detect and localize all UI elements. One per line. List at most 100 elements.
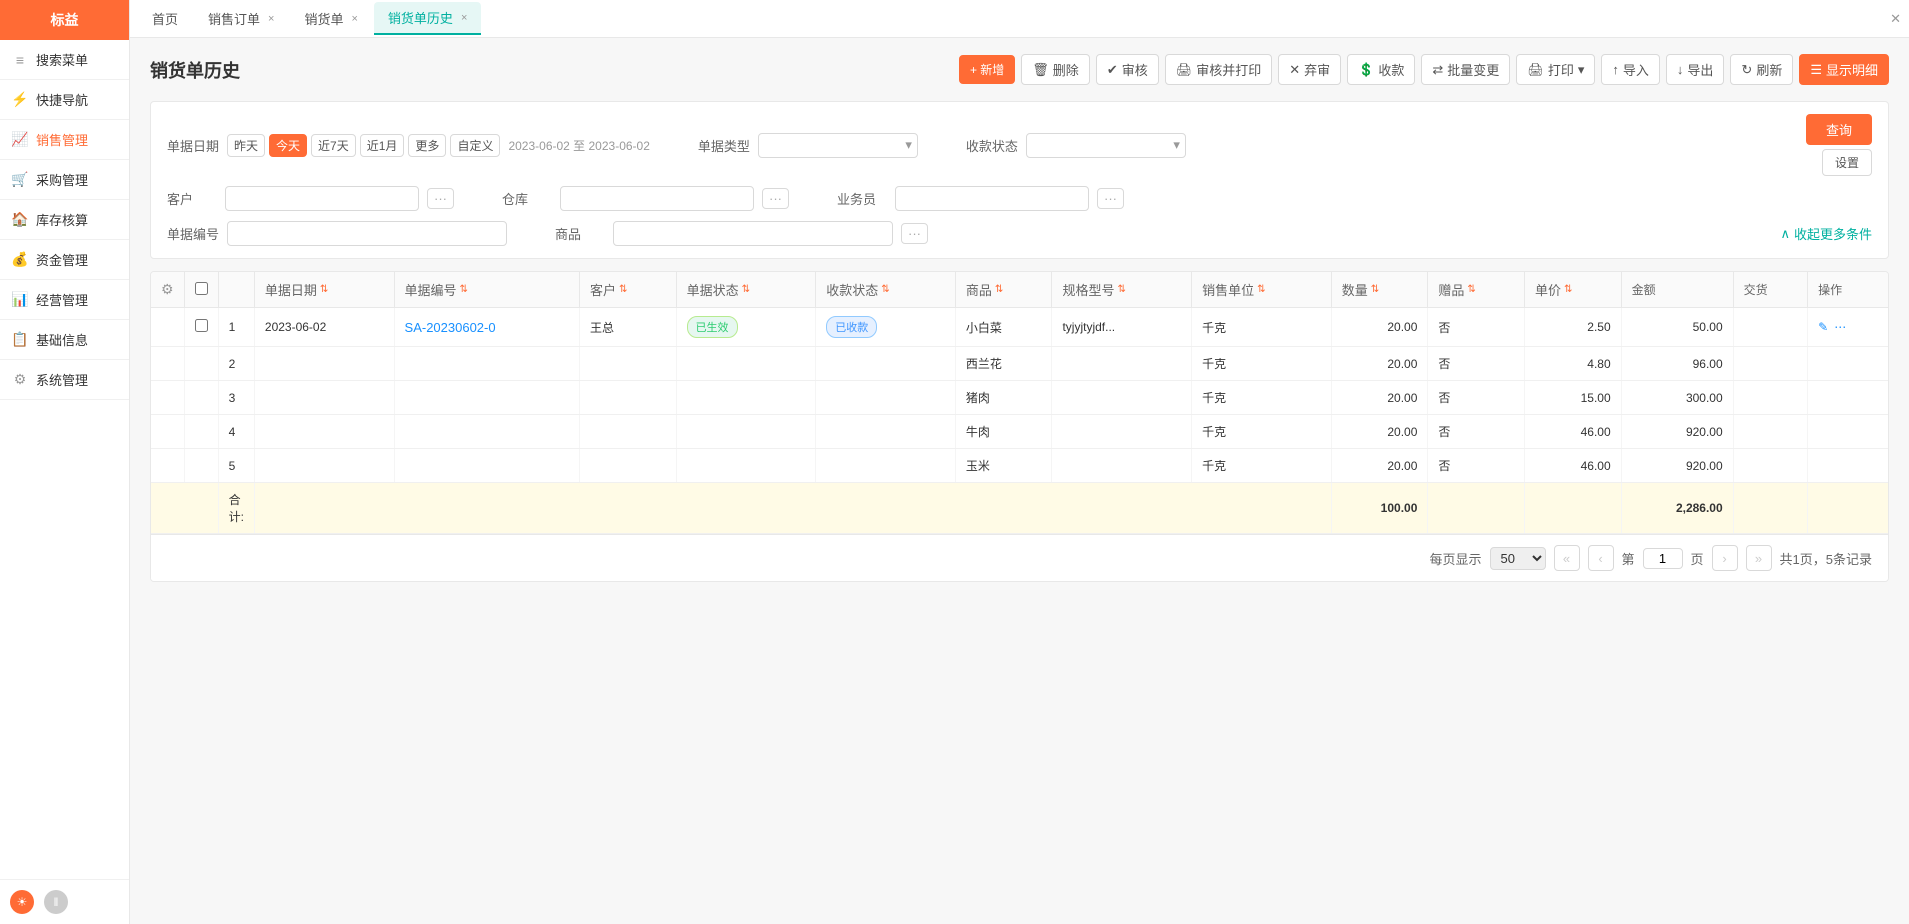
cell-doc-status: [676, 415, 816, 449]
settings-button[interactable]: 设置: [1822, 149, 1872, 176]
col-unit[interactable]: 销售单位 ⇅: [1192, 272, 1332, 308]
page-size-select[interactable]: 50 20 100: [1490, 547, 1546, 570]
tab-bar-close-all[interactable]: ✕: [1890, 11, 1901, 27]
sidebar-footer-btn2[interactable]: ‖: [44, 890, 68, 914]
show-detail-button[interactable]: ☰ 显示明细: [1799, 54, 1889, 85]
more-btn[interactable]: ⋯: [1834, 320, 1846, 334]
tab-close-sales-order[interactable]: ×: [268, 13, 274, 25]
type-select[interactable]: [758, 133, 918, 158]
col-unit-price[interactable]: 单价 ⇅: [1525, 272, 1622, 308]
sort-icon-qty: ⇅: [1371, 284, 1379, 295]
col-customer[interactable]: 客户 ⇅: [579, 272, 676, 308]
sort-icon-goods: ⇅: [995, 284, 1003, 295]
abandon-button[interactable]: ✕ 弃审: [1278, 54, 1341, 85]
col-spec[interactable]: 规格型号 ⇅: [1052, 272, 1192, 308]
batch-change-button[interactable]: ⇄ 批量变更: [1421, 54, 1510, 85]
page-size-label: 每页显示: [1429, 549, 1481, 568]
sidebar-item-finance[interactable]: 💰 资金管理: [0, 240, 129, 280]
date-btn-yesterday[interactable]: 昨天: [227, 134, 265, 157]
sidebar-item-label: 销售管理: [36, 130, 88, 149]
docno-input[interactable]: [227, 221, 507, 246]
summary-label-cell: 合计:: [218, 483, 254, 534]
collect-button[interactable]: 💲 收款: [1347, 54, 1415, 85]
new-button[interactable]: + 新增: [959, 55, 1015, 84]
cell-ops: ✎ ⋯: [1808, 308, 1888, 347]
page-title: 销货单历史: [150, 57, 240, 83]
date-btn-custom[interactable]: 自定义: [450, 134, 500, 157]
table-settings-icon[interactable]: ⚙: [161, 281, 174, 297]
col-payment-status[interactable]: 收款状态 ⇅: [816, 272, 956, 308]
collapse-button[interactable]: ∧ 收起更多条件: [1780, 224, 1872, 243]
list-icon: 📋: [12, 332, 28, 348]
page-next-btn[interactable]: ›: [1712, 545, 1738, 571]
col-goods[interactable]: 商品 ⇅: [955, 272, 1052, 308]
date-btn-more[interactable]: 更多: [408, 134, 446, 157]
page-prev-btn[interactable]: ‹: [1588, 545, 1614, 571]
refresh-button[interactable]: ↻ 刷新: [1730, 54, 1793, 85]
cell-amount: 50.00: [1621, 308, 1733, 347]
date-btn-1month[interactable]: 近1月: [360, 134, 405, 157]
page-first-btn[interactable]: «: [1554, 545, 1580, 571]
sidebar-footer-btn1[interactable]: ☀: [10, 890, 34, 914]
salesperson-ellipsis[interactable]: ···: [1097, 188, 1124, 209]
sidebar-item-ops[interactable]: 📊 经营管理: [0, 280, 129, 320]
cell-checkbox: [184, 381, 218, 415]
tab-sales-order[interactable]: 销售订单 ×: [194, 3, 288, 34]
tab-home[interactable]: 首页: [138, 3, 192, 34]
query-button[interactable]: 查询: [1806, 114, 1872, 145]
import-button[interactable]: ↑ 导入: [1601, 54, 1660, 85]
cell-qty: 20.00: [1331, 308, 1428, 347]
customer-ellipsis[interactable]: ···: [427, 188, 454, 209]
audit-button[interactable]: ✔ 审核: [1096, 54, 1159, 85]
goods-ellipsis[interactable]: ···: [901, 223, 928, 244]
cell-ops: [1808, 449, 1888, 483]
tab-close-sales-history[interactable]: ×: [461, 12, 467, 24]
tab-close-sales-delivery[interactable]: ×: [351, 13, 357, 25]
filter-customer: 客户 ···: [167, 186, 454, 211]
collect-icon: 💲: [1358, 62, 1374, 78]
col-gear: ⚙: [151, 272, 184, 308]
customer-input[interactable]: [225, 186, 419, 211]
col-qty[interactable]: 数量 ⇅: [1331, 272, 1428, 308]
delete-button[interactable]: 🗑 删除: [1021, 54, 1090, 85]
date-btn-today[interactable]: 今天: [269, 134, 307, 157]
salesperson-input[interactable]: [895, 186, 1089, 211]
sidebar-item-purchase-mgmt[interactable]: 🛒 采购管理: [0, 160, 129, 200]
payment-select[interactable]: [1026, 133, 1186, 158]
tab-sales-delivery[interactable]: 销货单 ×: [290, 3, 371, 34]
edit-btn[interactable]: ✎: [1818, 320, 1828, 334]
export-button[interactable]: ↓ 导出: [1666, 54, 1725, 85]
filter-type: 单据类型: [698, 133, 918, 158]
sidebar-item-search-menu[interactable]: ≡ 搜索菜单: [0, 40, 129, 80]
cell-goods: 猪肉: [955, 381, 1052, 415]
tab-sales-history[interactable]: 销货单历史 ×: [374, 2, 481, 35]
sidebar-item-label: 快捷导航: [36, 90, 88, 109]
col-doc-status[interactable]: 单据状态 ⇅: [676, 272, 816, 308]
col-ops: 操作: [1808, 272, 1888, 308]
page-header: 销货单历史 + 新增 🗑 删除 ✔ 审核 🖨 审核并打印 ✕ 弃审: [150, 54, 1889, 85]
sidebar-item-sales-mgmt[interactable]: 📈 销售管理: [0, 120, 129, 160]
warehouse-ellipsis[interactable]: ···: [762, 188, 789, 209]
row-checkbox[interactable]: [195, 319, 208, 332]
sidebar-item-quick-nav[interactable]: ⚡ 快捷导航: [0, 80, 129, 120]
table-row: 1 2023-06-02 SA-20230602-0 王总 已生效 已收款 小白…: [151, 308, 1888, 347]
page-number-input[interactable]: [1643, 548, 1683, 569]
warehouse-input[interactable]: [560, 186, 754, 211]
goods-input[interactable]: [613, 221, 893, 246]
payment-select-wrapper: [1026, 133, 1186, 158]
sidebar-item-system-mgmt[interactable]: ⚙ 系统管理: [0, 360, 129, 400]
date-btn-7days[interactable]: 近7天: [311, 134, 356, 157]
cell-gear: [151, 449, 184, 483]
select-all-checkbox[interactable]: [195, 282, 208, 295]
print-button[interactable]: 🖨 打印 ▾: [1516, 54, 1595, 85]
cell-doc-no: [394, 415, 579, 449]
doc-no-link[interactable]: SA-20230602-0: [405, 320, 496, 335]
table-row: 5 玉米 千克 20.00 否 46.00 920.00: [151, 449, 1888, 483]
audit-print-button[interactable]: 🖨 审核并打印: [1165, 54, 1273, 85]
col-doc-date[interactable]: 单据日期 ⇅: [254, 272, 394, 308]
sidebar-item-inventory[interactable]: 🏠 库存核算: [0, 200, 129, 240]
col-gift[interactable]: 赠品 ⇅: [1428, 272, 1525, 308]
sidebar-item-basic-info[interactable]: 📋 基础信息: [0, 320, 129, 360]
page-last-btn[interactable]: »: [1746, 545, 1772, 571]
col-doc-no[interactable]: 单据编号 ⇅: [394, 272, 579, 308]
